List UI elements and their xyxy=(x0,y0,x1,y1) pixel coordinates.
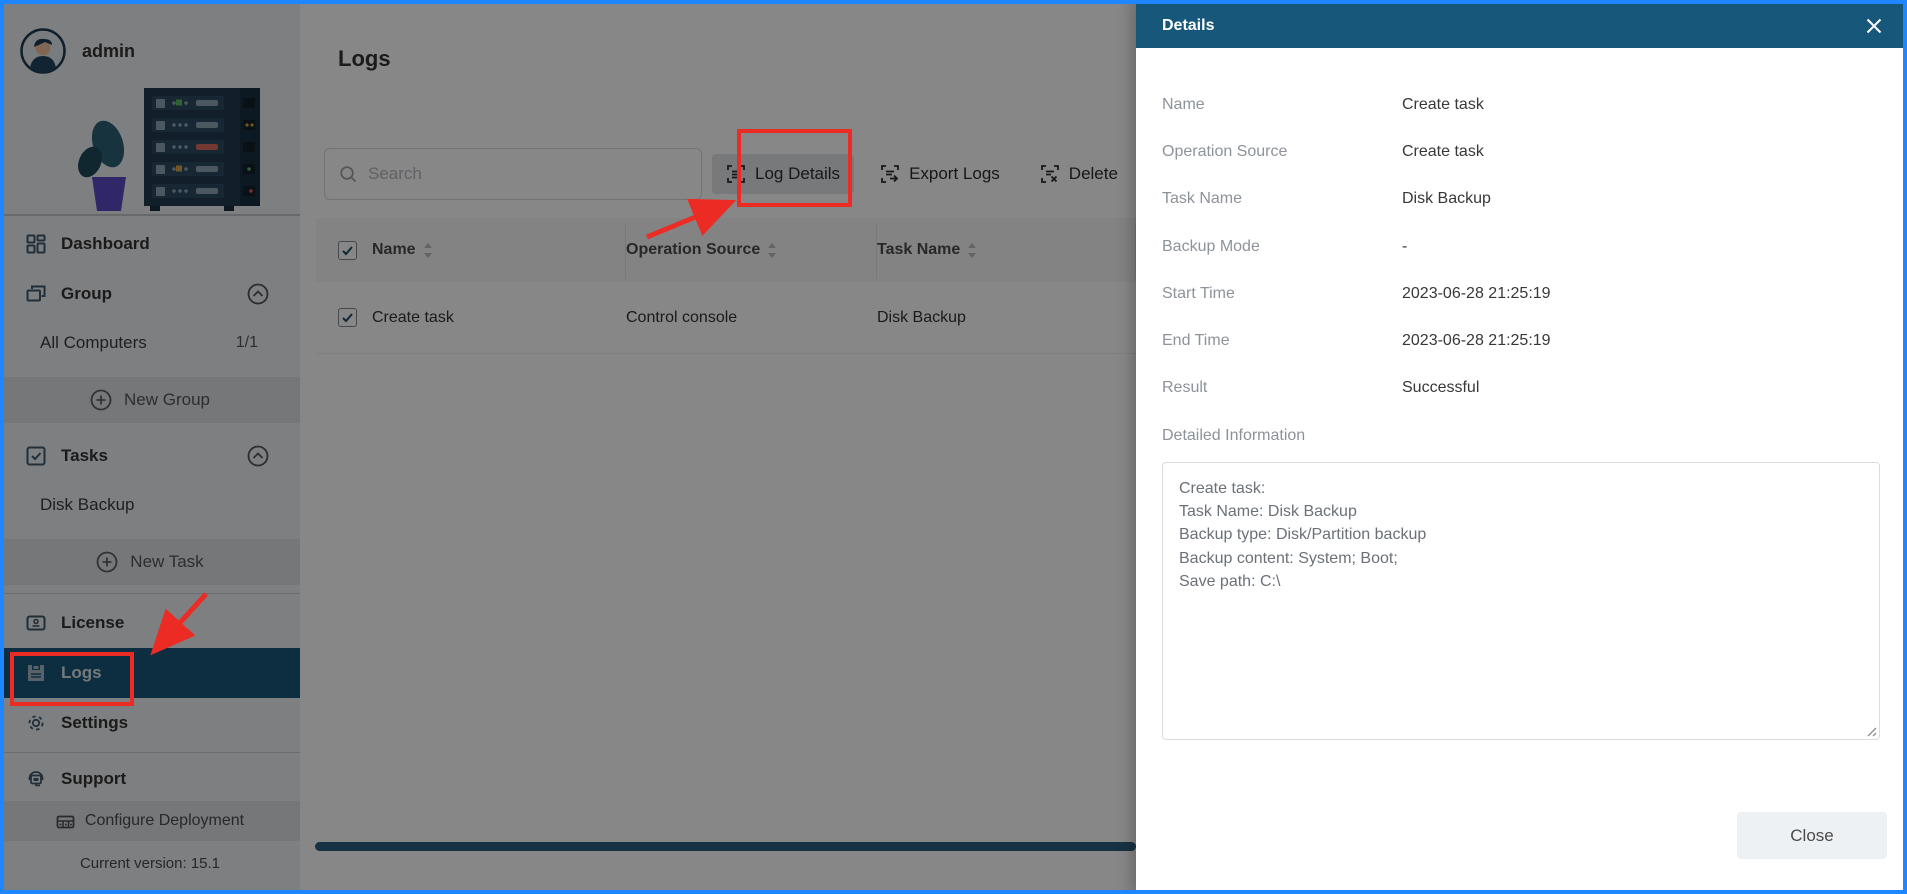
modal-dim-overlay xyxy=(0,0,1136,894)
field-value: - xyxy=(1402,238,1408,255)
close-button[interactable]: Close xyxy=(1737,812,1887,859)
close-icon[interactable] xyxy=(1865,17,1883,35)
field-label: Name xyxy=(1162,96,1205,113)
field-value: Successful xyxy=(1402,379,1480,396)
field-label: Operation Source xyxy=(1162,143,1288,160)
field-start-time: Start Time 2023-06-28 21:25:19 xyxy=(1162,285,1882,303)
field-value: Disk Backup xyxy=(1402,190,1491,207)
field-label: Backup Mode xyxy=(1162,238,1260,255)
field-result: Result Successful xyxy=(1162,379,1882,397)
field-end-time: End Time 2023-06-28 21:25:19 xyxy=(1162,332,1882,350)
field-value: Create task xyxy=(1402,96,1484,113)
field-label: Detailed Information xyxy=(1162,427,1306,444)
field-value: Create task xyxy=(1402,143,1484,160)
detailed-information-area: Create task: Task Name: Disk Backup Back… xyxy=(1162,462,1880,740)
details-panel: Details Name Create task Operation Sourc… xyxy=(1136,0,1907,894)
field-value: 2023-06-28 21:25:19 xyxy=(1402,285,1551,302)
field-task-name: Task Name Disk Backup xyxy=(1162,190,1882,208)
app-window: admin Dashboard Group All Computers 1/1 … xyxy=(0,0,1907,894)
field-label: Start Time xyxy=(1162,285,1235,302)
field-backup-mode: Backup Mode - xyxy=(1162,238,1882,256)
field-operation-source: Operation Source Create task xyxy=(1162,143,1882,161)
field-name: Name Create task xyxy=(1162,96,1882,114)
details-panel-header: Details xyxy=(1136,0,1907,48)
field-label: Result xyxy=(1162,379,1208,396)
field-detailed-information: Detailed Information xyxy=(1162,427,1882,445)
field-label: End Time xyxy=(1162,332,1230,349)
field-value: 2023-06-28 21:25:19 xyxy=(1402,332,1551,349)
field-label: Task Name xyxy=(1162,190,1243,207)
detailed-information-textarea[interactable]: Create task: Task Name: Disk Backup Back… xyxy=(1162,462,1880,740)
details-panel-title: Details xyxy=(1162,17,1215,34)
